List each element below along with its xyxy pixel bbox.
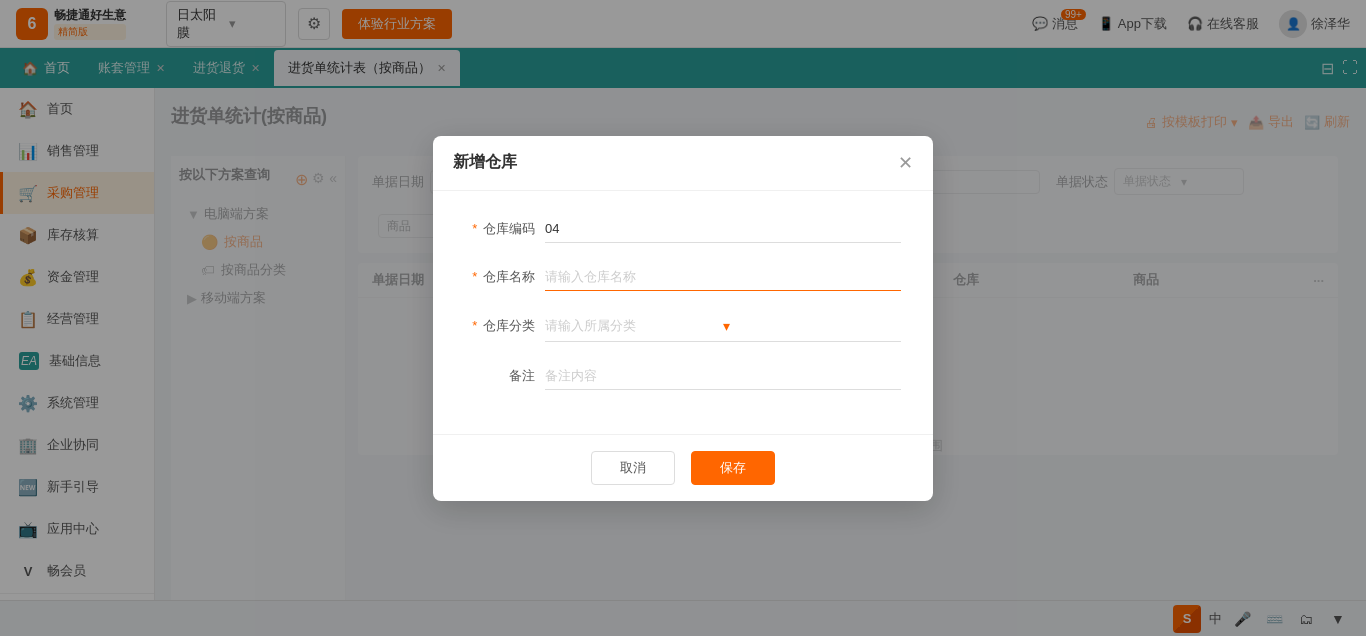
form-label-name: * 仓库名称: [465, 268, 545, 286]
modal-footer: 取消 保存: [433, 434, 933, 501]
form-label-remark: 备注: [465, 367, 545, 385]
form-row-name: * 仓库名称: [465, 263, 901, 291]
category-dropdown-icon: ▾: [723, 318, 901, 334]
warehouse-category-select[interactable]: 请输入所属分类 ▾: [545, 311, 901, 342]
warehouse-name-input[interactable]: [545, 263, 901, 291]
form-label-category: * 仓库分类: [465, 317, 545, 335]
required-star-name: *: [472, 269, 477, 284]
warehouse-code-input[interactable]: [545, 215, 901, 243]
form-row-code: * 仓库编码: [465, 215, 901, 243]
category-placeholder: 请输入所属分类: [545, 317, 723, 335]
required-star-code: *: [472, 221, 477, 236]
modal-header: 新增仓库 ✕: [433, 136, 933, 191]
form-row-category: * 仓库分类 请输入所属分类 ▾: [465, 311, 901, 342]
modal-title: 新增仓库: [453, 152, 517, 173]
warehouse-remark-input[interactable]: [545, 362, 901, 390]
cancel-button[interactable]: 取消: [591, 451, 675, 485]
modal-overlay: 新增仓库 ✕ * 仓库编码 * 仓库名称: [0, 0, 1366, 636]
required-star-category: *: [472, 318, 477, 333]
form-row-remark: 备注: [465, 362, 901, 390]
form-label-code: * 仓库编码: [465, 220, 545, 238]
modal-close-button[interactable]: ✕: [898, 152, 913, 174]
modal-new-warehouse: 新增仓库 ✕ * 仓库编码 * 仓库名称: [433, 136, 933, 501]
save-button[interactable]: 保存: [691, 451, 775, 485]
modal-body: * 仓库编码 * 仓库名称 * 仓库分类 请输入所属: [433, 191, 933, 434]
